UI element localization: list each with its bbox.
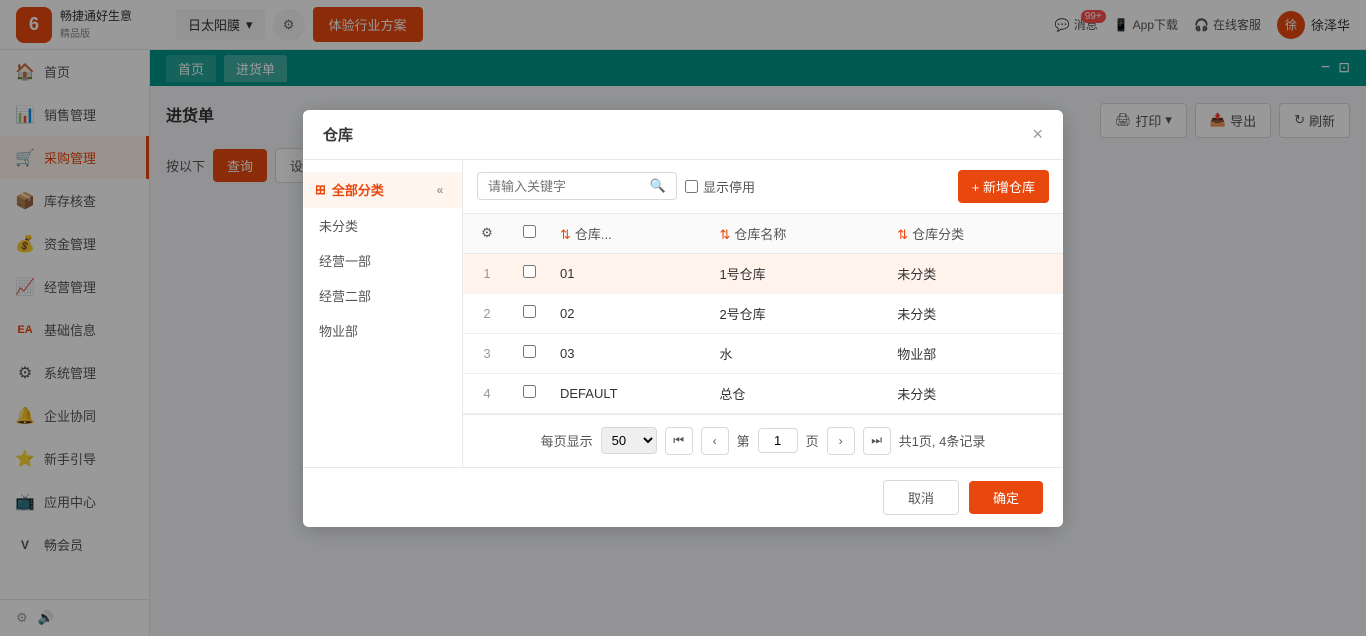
- col-settings: ⚙: [463, 214, 511, 254]
- show-disabled-checkbox-label[interactable]: 显示停用: [685, 177, 755, 196]
- per-page-label: 每页显示: [541, 431, 593, 450]
- collapse-sidebar-btn[interactable]: «: [430, 180, 450, 200]
- sort-icon-category: ⇅: [897, 227, 908, 242]
- table-toolbar: 🔍 显示停用 + 新增仓库: [463, 160, 1063, 214]
- table-row[interactable]: 2 02 2号仓库 未分类: [463, 293, 1063, 333]
- table-header-row: ⚙ ⇅仓库... ⇅仓库名称: [463, 214, 1063, 254]
- modal-title: 仓库: [323, 124, 353, 145]
- row-checkbox-4[interactable]: [511, 373, 548, 413]
- row-code-2: 02: [548, 293, 707, 333]
- row-category-1: 未分类: [885, 253, 1063, 293]
- per-page-select[interactable]: 50 100 200: [601, 427, 657, 454]
- modal-header: 仓库 ×: [303, 110, 1063, 160]
- row-checkbox-1[interactable]: [511, 253, 548, 293]
- add-warehouse-button[interactable]: + 新增仓库: [958, 170, 1049, 203]
- modal-body: ⊞ 全部分类 « 未分类 经营一部 经营二部 物业部 🔍: [303, 160, 1063, 467]
- category-item-2[interactable]: 经营二部: [303, 278, 462, 313]
- sort-icon-name: ⇅: [719, 227, 730, 242]
- last-page-btn[interactable]: ⏭: [863, 427, 891, 455]
- select-all-checkbox[interactable]: [523, 225, 536, 238]
- sort-icon-code: ⇅: [560, 227, 571, 242]
- row-checkbox-3[interactable]: [511, 333, 548, 373]
- category-item-3[interactable]: 物业部: [303, 313, 462, 348]
- table-row[interactable]: 1 01 1号仓库 未分类: [463, 253, 1063, 293]
- row-name-3: 水: [707, 333, 885, 373]
- row-name-4: 总仓: [707, 373, 885, 413]
- show-disabled-label: 显示停用: [703, 177, 755, 196]
- row-code-1: 01: [548, 253, 707, 293]
- category-item-1[interactable]: 经营一部: [303, 243, 462, 278]
- modal-footer: 取消 确定: [303, 467, 1063, 527]
- category-sidebar: ⊞ 全部分类 « 未分类 经营一部 经营二部 物业部: [303, 160, 463, 467]
- first-page-btn[interactable]: ⏮: [665, 427, 693, 455]
- col-name: ⇅仓库名称: [707, 214, 885, 254]
- table-area: 🔍 显示停用 + 新增仓库 ⚙: [463, 160, 1063, 467]
- grid-icon: ⊞: [315, 182, 326, 198]
- row-category-2: 未分类: [885, 293, 1063, 333]
- warehouse-modal: 仓库 × ⊞ 全部分类 « 未分类 经营一部 经营二部 物业部: [303, 110, 1063, 527]
- total-info: 共1页, 4条记录: [899, 431, 986, 450]
- prev-page-btn[interactable]: ‹: [701, 427, 729, 455]
- table-row[interactable]: 4 DEFAULT 总仓 未分类: [463, 373, 1063, 413]
- table-scroll-area: ⚙ ⇅仓库... ⇅仓库名称: [463, 214, 1063, 414]
- warehouse-table: ⚙ ⇅仓库... ⇅仓库名称: [463, 214, 1063, 414]
- table-body: 1 01 1号仓库 未分类 2 02 2号仓库: [463, 253, 1063, 413]
- confirm-button[interactable]: 确定: [969, 481, 1043, 514]
- cancel-button[interactable]: 取消: [883, 480, 959, 515]
- row-num-3: 3: [463, 333, 511, 373]
- col-gear-icon: ⚙: [481, 225, 493, 240]
- current-page-input[interactable]: [758, 428, 798, 453]
- modal-overlay: 仓库 × ⊞ 全部分类 « 未分类 经营一部 经营二部 物业部: [0, 0, 1366, 636]
- page-label: 第: [737, 431, 750, 450]
- modal-close-button[interactable]: ×: [1032, 125, 1043, 143]
- row-category-3: 物业部: [885, 333, 1063, 373]
- row-code-3: 03: [548, 333, 707, 373]
- search-box[interactable]: 🔍: [477, 172, 677, 200]
- page-suffix: 页: [806, 431, 819, 450]
- category-item-0[interactable]: 未分类: [303, 208, 462, 243]
- col-checkbox: [511, 214, 548, 254]
- category-all-label: 全部分类: [332, 180, 384, 199]
- next-page-btn[interactable]: ›: [827, 427, 855, 455]
- col-category: ⇅仓库分类: [885, 214, 1063, 254]
- category-all-header[interactable]: ⊞ 全部分类 «: [303, 172, 462, 208]
- pagination: 每页显示 50 100 200 ⏮ ‹ 第 页 › ⏭ 共1页, 4条记录: [463, 414, 1063, 467]
- show-disabled-checkbox[interactable]: [685, 180, 698, 193]
- table-row[interactable]: 3 03 水 物业部: [463, 333, 1063, 373]
- row-checkbox-2[interactable]: [511, 293, 548, 333]
- row-category-4: 未分类: [885, 373, 1063, 413]
- row-name-2: 2号仓库: [707, 293, 885, 333]
- row-name-1: 1号仓库: [707, 253, 885, 293]
- row-num-4: 4: [463, 373, 511, 413]
- search-icon: 🔍: [650, 178, 666, 194]
- row-num-2: 2: [463, 293, 511, 333]
- row-code-4: DEFAULT: [548, 373, 707, 413]
- search-input[interactable]: [488, 179, 644, 194]
- col-code: ⇅仓库...: [548, 214, 707, 254]
- row-num-1: 1: [463, 253, 511, 293]
